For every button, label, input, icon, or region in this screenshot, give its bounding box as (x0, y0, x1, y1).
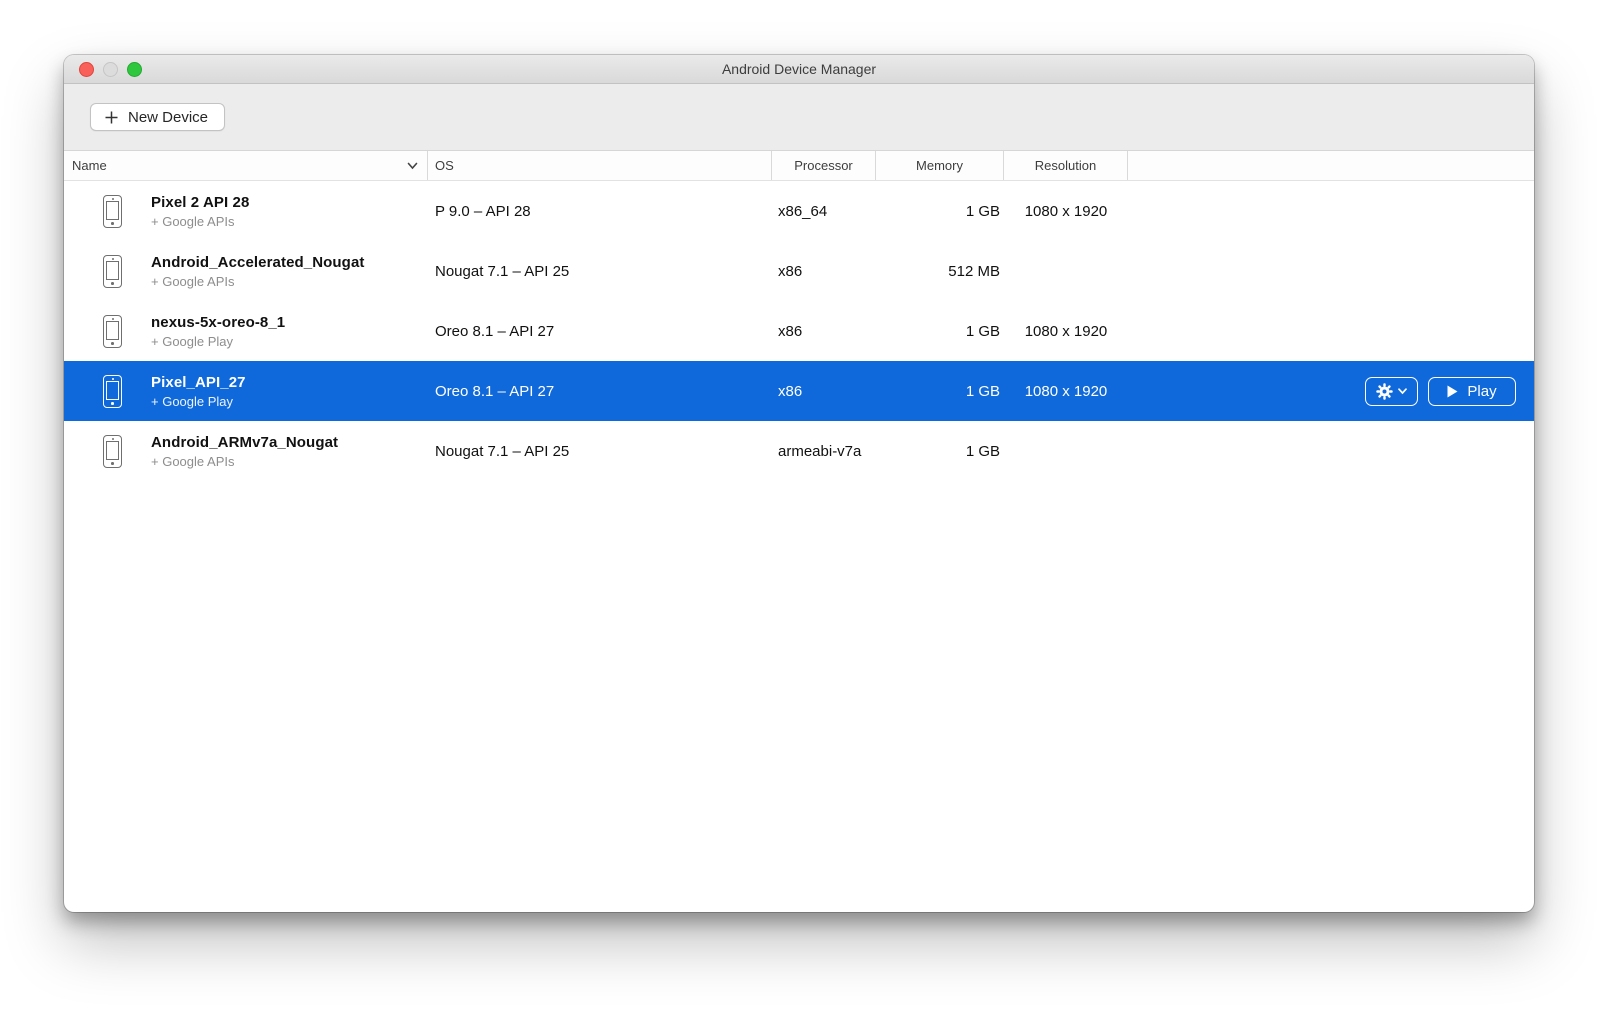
column-header-processor-label: Processor (794, 158, 853, 173)
device-os: Oreo 8.1 – API 27 (428, 361, 772, 421)
column-header-memory-label: Memory (916, 158, 963, 173)
sort-chevron-down-icon (407, 162, 418, 170)
device-os: Oreo 8.1 – API 27 (428, 301, 772, 361)
device-row-android-armv7a-nougat[interactable]: Android_ARMv7a_Nougat + Google APIs Noug… (64, 421, 1534, 481)
device-name: Pixel_API_27 (151, 374, 246, 391)
device-os: P 9.0 – API 28 (428, 181, 772, 241)
column-header-filler (1128, 151, 1534, 180)
device-memory: 1 GB (876, 301, 1004, 361)
device-resolution: 1080 x 1920 (1004, 181, 1128, 241)
device-services: + Google APIs (151, 454, 338, 469)
phone-icon (103, 195, 122, 228)
device-processor: x86 (772, 241, 876, 301)
device-services: + Google Play (151, 394, 246, 409)
column-header-memory[interactable]: Memory (876, 151, 1004, 180)
column-header-resolution-label: Resolution (1035, 158, 1096, 173)
window-title: Android Device Manager (722, 61, 876, 77)
device-name: Android_Accelerated_Nougat (151, 254, 364, 271)
device-processor: x86 (772, 301, 876, 361)
device-memory: 1 GB (876, 421, 1004, 481)
device-name: nexus-5x-oreo-8_1 (151, 314, 285, 331)
device-row-pixel-api-27-selected[interactable]: Pixel_API_27 + Google Play Oreo 8.1 – AP… (64, 361, 1534, 421)
column-header-name-label: Name (72, 158, 107, 173)
device-services: + Google Play (151, 334, 285, 349)
device-services: + Google APIs (151, 214, 249, 229)
play-icon (1447, 385, 1458, 398)
window-titlebar[interactable]: Android Device Manager (64, 55, 1534, 84)
play-device-button[interactable]: Play (1428, 377, 1516, 406)
android-device-manager-window: Android Device Manager New Device Name O… (64, 55, 1534, 912)
device-memory: 512 MB (876, 241, 1004, 301)
device-memory: 1 GB (876, 361, 1004, 421)
traffic-lights (79, 62, 142, 77)
phone-icon (103, 315, 122, 348)
new-device-label: New Device (128, 109, 208, 126)
device-name: Pixel 2 API 28 (151, 194, 249, 211)
plus-icon (104, 110, 119, 125)
zoom-window-button[interactable] (127, 62, 142, 77)
device-list: Pixel 2 API 28 + Google APIs P 9.0 – API… (64, 181, 1534, 481)
device-row-nexus-5x-oreo-8-1[interactable]: nexus-5x-oreo-8_1 + Google Play Oreo 8.1… (64, 301, 1534, 361)
column-header-processor[interactable]: Processor (772, 151, 876, 180)
minimize-window-button[interactable] (103, 62, 118, 77)
table-header: Name OS Processor Memory Resolution (64, 151, 1534, 181)
device-resolution (1004, 241, 1128, 301)
new-device-button[interactable]: New Device (90, 103, 225, 131)
device-processor: x86 (772, 361, 876, 421)
phone-icon (103, 375, 122, 408)
device-row-pixel-2-api-28[interactable]: Pixel 2 API 28 + Google APIs P 9.0 – API… (64, 181, 1534, 241)
column-header-resolution[interactable]: Resolution (1004, 151, 1128, 180)
device-processor: armeabi-v7a (772, 421, 876, 481)
phone-icon (103, 435, 122, 468)
device-memory: 1 GB (876, 181, 1004, 241)
device-resolution: 1080 x 1920 (1004, 361, 1128, 421)
column-header-os[interactable]: OS (428, 151, 772, 180)
device-name: Android_ARMv7a_Nougat (151, 434, 338, 451)
device-os: Nougat 7.1 – API 25 (428, 241, 772, 301)
gear-icon (1376, 383, 1393, 400)
close-window-button[interactable] (79, 62, 94, 77)
device-processor: x86_64 (772, 181, 876, 241)
column-header-os-label: OS (435, 158, 454, 173)
device-os: Nougat 7.1 – API 25 (428, 421, 772, 481)
chevron-down-icon (1398, 388, 1407, 395)
phone-icon (103, 255, 122, 288)
column-header-name[interactable]: Name (64, 151, 428, 180)
toolbar: New Device (64, 84, 1534, 151)
play-label: Play (1467, 383, 1496, 400)
device-row-android-accelerated-nougat[interactable]: Android_Accelerated_Nougat + Google APIs… (64, 241, 1534, 301)
device-settings-button[interactable] (1365, 377, 1418, 406)
device-resolution: 1080 x 1920 (1004, 301, 1128, 361)
device-services: + Google APIs (151, 274, 364, 289)
device-resolution (1004, 421, 1128, 481)
